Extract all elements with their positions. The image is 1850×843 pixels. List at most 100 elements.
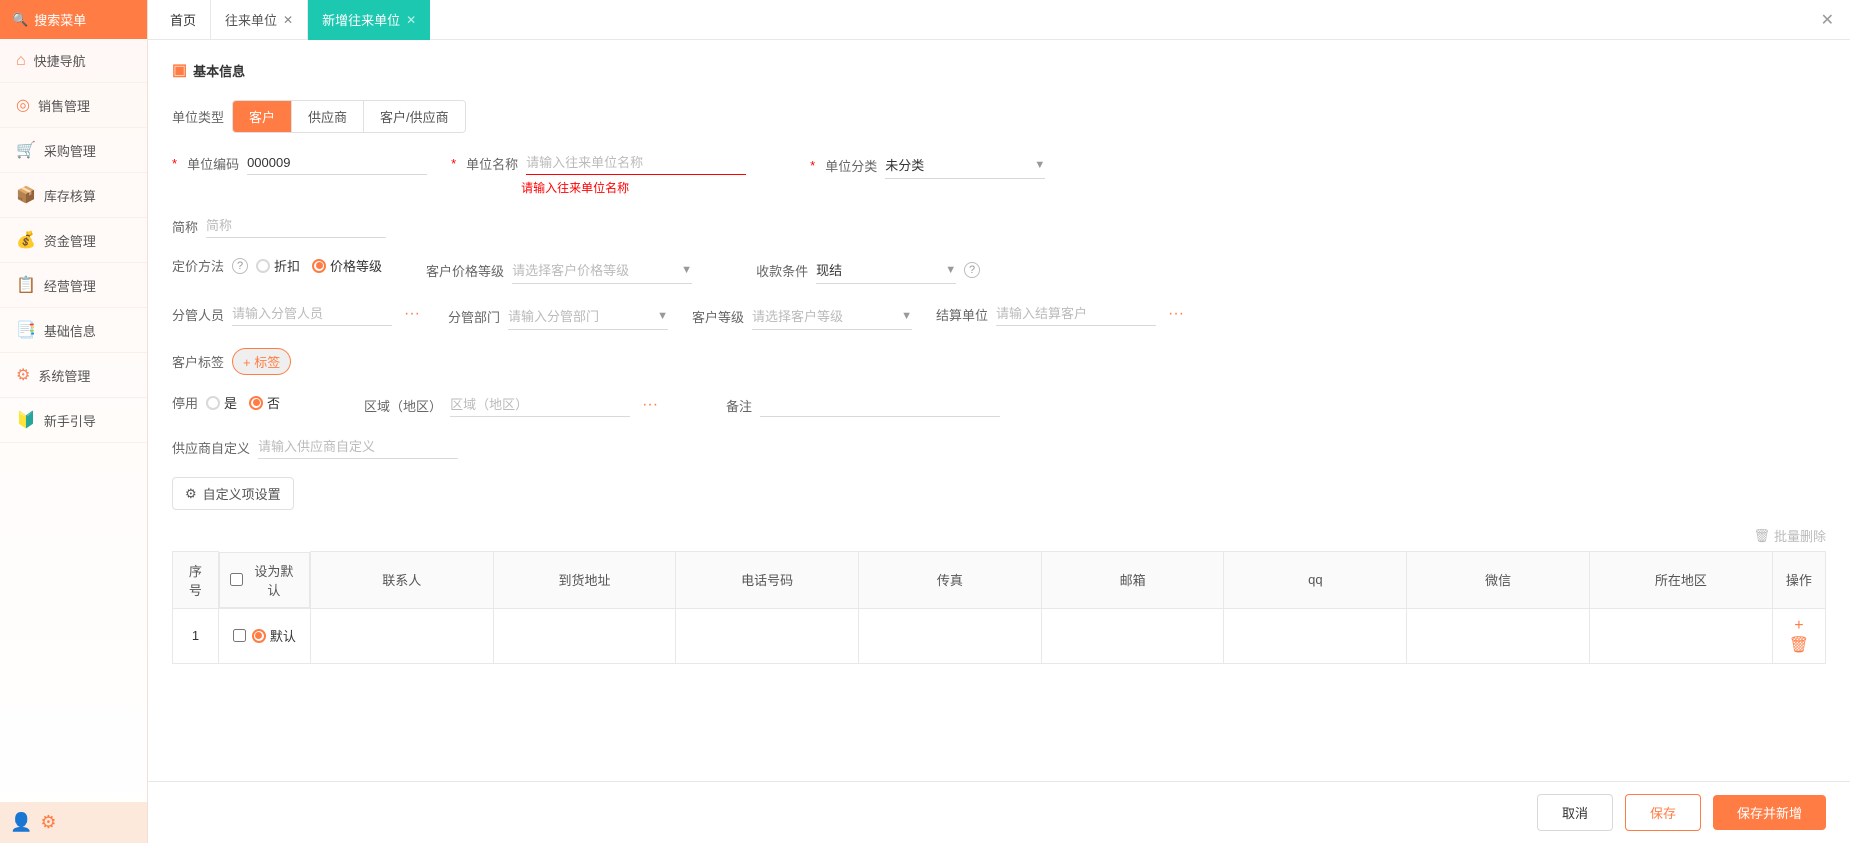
customer-price-level-label: 客户价格等级 <box>426 261 504 280</box>
sidebar-item-quick-nav[interactable]: ⌂ 快捷导航 <box>0 39 147 83</box>
row-address[interactable] <box>493 608 676 663</box>
unit-type-customer[interactable]: 客户 <box>233 101 291 132</box>
pricing-row: 定价方法 ? 折扣 价格等级 客户价格等级 请选择客户价格等级 <box>172 256 1826 284</box>
batch-delete-label[interactable]: 批量删除 <box>1774 526 1826 545</box>
manager-input[interactable] <box>232 302 392 326</box>
row-contact-input[interactable] <box>321 628 483 643</box>
customer-level-arrow: ▼ <box>901 310 912 322</box>
unit-code-required: * <box>172 156 177 171</box>
short-name-input[interactable] <box>206 214 386 238</box>
add-tag-button[interactable]: + 标签 <box>232 348 291 375</box>
unit-category-field: * 单位分类 未分类 ▼ <box>810 151 1045 179</box>
col-fax: 传真 <box>859 552 1042 609</box>
row-region[interactable] <box>1590 608 1773 663</box>
pricing-level-radio[interactable] <box>312 259 326 273</box>
row-phone-input[interactable] <box>686 628 848 643</box>
sidebar-item-system[interactable]: ⚙ 系统管理 <box>0 353 147 398</box>
col-phone: 电话号码 <box>676 552 859 609</box>
customer-level-select[interactable]: 请选择客户等级 ▼ <box>752 302 912 330</box>
unit-info-row: * 单位编码 * 单位名称 请输入往来单位名称 * 单位分类 未分类 ▼ <box>172 151 1826 196</box>
batch-delete-area: 🗑 批量删除 <box>172 526 1826 545</box>
custom-settings-button[interactable]: ⚙ 自定义项设置 <box>172 477 294 510</box>
disable-row: 停用 是 否 区域（地区） ··· 备注 <box>172 393 1826 417</box>
row-delete-btn[interactable]: 🗑 <box>1789 635 1809 655</box>
row-qq[interactable] <box>1224 608 1407 663</box>
sidebar-item-guide[interactable]: 🔰 新手引导 <box>0 398 147 443</box>
sidebar-item-inventory[interactable]: 📦 库存核算 <box>0 173 147 218</box>
sidebar-item-operation[interactable]: 📋 经营管理 <box>0 263 147 308</box>
settlement-unit-input[interactable] <box>996 302 1156 326</box>
unit-category-label: 单位分类 <box>825 156 877 175</box>
manager-more-btn[interactable]: ··· <box>400 305 424 323</box>
disable-no[interactable]: 否 <box>249 393 280 412</box>
customer-price-level-select[interactable]: 请选择客户价格等级 ▼ <box>512 256 692 284</box>
unit-name-input[interactable] <box>526 151 746 175</box>
region-more-btn[interactable]: ··· <box>638 396 662 414</box>
row-fax-input[interactable] <box>869 628 1031 643</box>
row-qq-input[interactable] <box>1234 628 1396 643</box>
search-menu[interactable]: 🔍 搜索菜单 <box>0 0 147 39</box>
tab-partners[interactable]: 往来单位 ✕ <box>211 0 308 40</box>
pricing-help-icon[interactable]: ? <box>232 258 248 274</box>
customer-tag-row: 客户标签 + 标签 <box>172 348 1826 375</box>
payment-terms-help-icon[interactable]: ? <box>964 262 980 278</box>
row-checkbox[interactable] <box>233 629 246 642</box>
row-default-radio[interactable] <box>252 629 266 643</box>
row-address-input[interactable] <box>504 628 666 643</box>
region-input[interactable] <box>450 393 630 417</box>
col-action: 操作 <box>1772 552 1825 609</box>
row-wechat-input[interactable] <box>1417 628 1579 643</box>
unit-category-required: * <box>810 158 815 173</box>
pricing-discount-radio[interactable] <box>256 259 270 273</box>
disable-label: 停用 <box>172 393 198 412</box>
pricing-level[interactable]: 价格等级 <box>312 256 382 275</box>
tab-home[interactable]: 首页 <box>156 0 211 40</box>
close-all-tabs[interactable]: ✕ <box>1813 6 1842 34</box>
select-all-checkbox[interactable] <box>230 573 243 586</box>
settlement-unit-more-btn[interactable]: ··· <box>1164 305 1188 323</box>
basic-icon: 📑 <box>16 320 36 340</box>
col-qq: qq <box>1224 552 1407 609</box>
pricing-discount[interactable]: 折扣 <box>256 256 300 275</box>
supplier-custom-input[interactable] <box>258 435 458 459</box>
unit-type-both[interactable]: 客户/供应商 <box>363 101 465 132</box>
sidebar-item-finance[interactable]: 💰 资金管理 <box>0 218 147 263</box>
disable-no-radio[interactable] <box>249 396 263 410</box>
row-phone[interactable] <box>676 608 859 663</box>
col-seq: 序号 <box>173 552 219 609</box>
unit-type-group: 客户 供应商 客户/供应商 <box>232 100 466 133</box>
disable-yes[interactable]: 是 <box>206 393 237 412</box>
sidebar-item-basic[interactable]: 📑 基础信息 <box>0 308 147 353</box>
row-email-input[interactable] <box>1052 628 1214 643</box>
disable-yes-radio[interactable] <box>206 396 220 410</box>
payment-terms-arrow: ▼ <box>945 264 956 276</box>
row-wechat[interactable] <box>1407 608 1590 663</box>
cancel-button[interactable]: 取消 <box>1537 794 1613 831</box>
sidebar-item-purchase[interactable]: 🛒 采购管理 <box>0 128 147 173</box>
row-email[interactable] <box>1041 608 1224 663</box>
inventory-icon: 📦 <box>16 185 36 205</box>
disable-radio-group: 是 否 <box>206 393 280 412</box>
pricing-method-label: 定价方法 <box>172 256 224 275</box>
tab-partners-close[interactable]: ✕ <box>283 13 293 27</box>
save-button[interactable]: 保存 <box>1625 794 1701 831</box>
unit-type-supplier[interactable]: 供应商 <box>291 101 363 132</box>
unit-code-input[interactable] <box>247 151 427 175</box>
row-contact[interactable] <box>310 608 493 663</box>
sidebar-item-sales[interactable]: ◎ 销售管理 <box>0 83 147 128</box>
supplier-custom-row: 供应商自定义 <box>172 435 1826 459</box>
row-fax[interactable] <box>859 608 1042 663</box>
region-field: 区域（地区） ··· <box>364 393 662 417</box>
sidebar: 🔍 搜索菜单 ⌂ 快捷导航 ◎ 销售管理 🛒 采购管理 📦 库存核算 💰 资金管… <box>0 0 148 843</box>
payment-terms-select[interactable]: 现结 ▼ <box>816 256 956 284</box>
row-region-input[interactable] <box>1600 628 1762 643</box>
tab-new-partner-close[interactable]: ✕ <box>406 13 416 27</box>
row-add-btn[interactable]: + <box>1794 617 1803 635</box>
tab-new-partner[interactable]: 新增往来单位 ✕ <box>308 0 430 40</box>
remark-input[interactable] <box>760 393 1000 417</box>
save-new-button[interactable]: 保存并新增 <box>1713 795 1826 830</box>
department-select[interactable]: 请输入分管部门 ▼ <box>508 302 668 330</box>
guide-icon: 🔰 <box>16 410 36 430</box>
department-arrow: ▼ <box>657 310 668 322</box>
unit-category-select[interactable]: 未分类 ▼ <box>885 151 1045 179</box>
